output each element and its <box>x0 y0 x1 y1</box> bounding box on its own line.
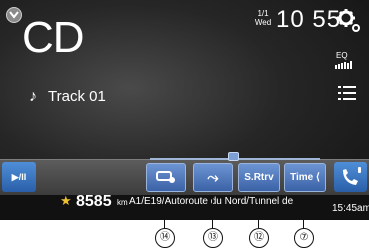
callout-leader-14 <box>164 195 165 228</box>
distance-unit: km <box>117 198 128 207</box>
s-rtrv-button[interactable]: S.Rtrv <box>238 163 280 192</box>
distance-value: 8585 <box>76 193 112 210</box>
callout-7: ⑦ <box>294 228 314 248</box>
screen: CD 1/1 Wed 10 55 EQ ♪ Track 01 ▶/II ⤳ S.… <box>0 0 369 220</box>
list-icon <box>338 86 356 100</box>
repeat-button[interactable] <box>146 163 186 192</box>
gear-icon <box>337 9 360 32</box>
source-title: CD <box>22 13 85 62</box>
date-day: 1/1 <box>257 9 269 18</box>
callout-13: ⑬ <box>203 228 223 248</box>
settings-button[interactable] <box>336 8 362 39</box>
callout-leader-12 <box>258 195 259 228</box>
time-button[interactable]: Time ⟨ <box>284 163 326 192</box>
date-weekday: Wed <box>254 18 272 27</box>
track-title: Track 01 <box>48 88 106 105</box>
eq-label[interactable]: EQ <box>336 51 348 60</box>
small-clock: 15:45am <box>332 203 369 214</box>
play-pause-button[interactable]: ▶/II <box>2 162 36 192</box>
phone-button[interactable] <box>334 162 367 192</box>
eq-icon[interactable] <box>335 61 355 69</box>
callout-leader-13 <box>212 195 213 228</box>
callout-14: ⑭ <box>155 228 175 248</box>
music-note-icon: ♪ <box>29 88 37 105</box>
chevron-down-icon <box>9 11 19 19</box>
date-display: 1/1 Wed <box>252 9 274 27</box>
star-icon: ★ <box>60 193 72 208</box>
phone-icon <box>343 167 361 185</box>
callout-leader-7 <box>303 195 304 228</box>
shuffle-button[interactable]: ⤳ <box>193 163 233 192</box>
road-name: A1/E19/Autoroute du Nord/Tunnel de <box>129 196 294 207</box>
callout-12: ⑫ <box>249 228 269 248</box>
seek-knob[interactable] <box>228 152 239 161</box>
back-button[interactable] <box>6 7 22 23</box>
clock-time: 10 55 <box>276 6 342 33</box>
list-button[interactable] <box>338 85 356 106</box>
repeat-icon <box>156 171 175 183</box>
